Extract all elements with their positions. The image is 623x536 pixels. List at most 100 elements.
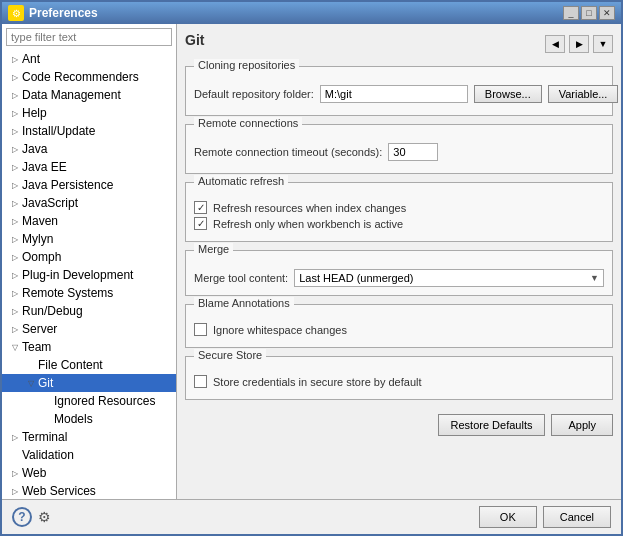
expand-icon-ignored-resources [42, 397, 52, 406]
help-button[interactable]: ? [12, 507, 32, 527]
tree-label-java: Java [22, 142, 47, 156]
tree-item-terminal[interactable]: ▷ Terminal [2, 428, 176, 446]
tree-label-file-content: File Content [38, 358, 103, 372]
tree-item-team[interactable]: ▽ Team [2, 338, 176, 356]
timeout-input[interactable] [388, 143, 438, 161]
tree-item-git[interactable]: ▽ Git [2, 374, 176, 392]
tree-item-server[interactable]: ▷ Server [2, 320, 176, 338]
tree-item-validation[interactable]: Validation [2, 446, 176, 464]
section-buttons: Restore Defaults Apply [185, 414, 613, 436]
tree-item-remote-systems[interactable]: ▷ Remote Systems [2, 284, 176, 302]
expand-icon-terminal: ▷ [10, 433, 20, 442]
filter-input[interactable] [6, 28, 172, 46]
nav-forward-button[interactable]: ▶ [569, 35, 589, 53]
maximize-button[interactable]: □ [581, 6, 597, 20]
tree-label-git: Git [38, 376, 53, 390]
cloning-content: Default repository folder: Browse... Var… [194, 79, 604, 103]
title-bar-left: ⚙ Preferences [8, 5, 98, 21]
default-folder-input[interactable] [320, 85, 468, 103]
panel-title-row: Git ◀ ▶ ▼ [185, 32, 613, 56]
tree-label-data-management: Data Management [22, 88, 121, 102]
tree-item-run-debug[interactable]: ▷ Run/Debug [2, 302, 176, 320]
expand-icon-help: ▷ [10, 109, 20, 118]
expand-icon-java-ee: ▷ [10, 163, 20, 172]
expand-icon-server: ▷ [10, 325, 20, 334]
nav-down-button[interactable]: ▼ [593, 35, 613, 53]
bottom-left: ? ⚙ [12, 507, 51, 527]
expand-icon-mylyn: ▷ [10, 235, 20, 244]
settings-icon[interactable]: ⚙ [38, 509, 51, 525]
tree-item-plugin-development[interactable]: ▷ Plug-in Development [2, 266, 176, 284]
refresh-index-checkbox[interactable] [194, 201, 207, 214]
secure-store-content: Store credentials in secure store by def… [194, 369, 604, 388]
automatic-refresh-title: Automatic refresh [194, 175, 288, 187]
cloning-section: Cloning repositories Default repository … [185, 66, 613, 116]
nav-controls: ◀ ▶ ▼ [545, 35, 613, 53]
tree-item-java-persistence[interactable]: ▷ Java Persistence [2, 176, 176, 194]
expand-icon-javascript: ▷ [10, 199, 20, 208]
tree-item-ignored-resources[interactable]: Ignored Resources [2, 392, 176, 410]
expand-icon-data-management: ▷ [10, 91, 20, 100]
tree-item-oomph[interactable]: ▷ Oomph [2, 248, 176, 266]
cancel-button[interactable]: Cancel [543, 506, 611, 528]
tree-label-team: Team [22, 340, 51, 354]
left-panel: ▷ Ant ▷ Code Recommenders ▷ Data Managem… [2, 24, 177, 499]
tree-item-install-update[interactable]: ▷ Install/Update [2, 122, 176, 140]
tree-item-javascript[interactable]: ▷ JavaScript [2, 194, 176, 212]
tree-label-remote-systems: Remote Systems [22, 286, 113, 300]
tree-label-validation: Validation [22, 448, 74, 462]
expand-icon-code-recommenders: ▷ [10, 73, 20, 82]
tree-item-mylyn[interactable]: ▷ Mylyn [2, 230, 176, 248]
tree-item-web[interactable]: ▷ Web [2, 464, 176, 482]
blame-section-title: Blame Annotations [194, 297, 294, 309]
tree-item-code-recommenders[interactable]: ▷ Code Recommenders [2, 68, 176, 86]
tree-label-java-persistence: Java Persistence [22, 178, 113, 192]
tree-item-ant[interactable]: ▷ Ant [2, 50, 176, 68]
ignore-whitespace-row: Ignore whitespace changes [194, 323, 604, 336]
tree-container: ▷ Ant ▷ Code Recommenders ▷ Data Managem… [2, 50, 176, 499]
ignore-whitespace-checkbox[interactable] [194, 323, 207, 336]
expand-icon-models [42, 415, 52, 424]
cloning-section-title: Cloning repositories [194, 59, 299, 71]
merge-tool-arrow: ▼ [590, 273, 599, 283]
merge-tool-select[interactable]: Last HEAD (unmerged) ▼ [294, 269, 604, 287]
blame-content: Ignore whitespace changes [194, 317, 604, 336]
tree-item-web-services[interactable]: ▷ Web Services [2, 482, 176, 499]
timeout-label: Remote connection timeout (seconds): [194, 146, 382, 158]
ok-button[interactable]: OK [479, 506, 537, 528]
refresh-index-row: Refresh resources when index changes [194, 201, 604, 214]
tree-item-models[interactable]: Models [2, 410, 176, 428]
expand-icon-install-update: ▷ [10, 127, 20, 136]
expand-icon-team: ▽ [10, 343, 20, 352]
merge-content: Merge tool content: Last HEAD (unmerged)… [194, 263, 604, 287]
nav-back-button[interactable]: ◀ [545, 35, 565, 53]
expand-icon-file-content [26, 361, 36, 370]
tree-item-java-ee[interactable]: ▷ Java EE [2, 158, 176, 176]
apply-button[interactable]: Apply [551, 414, 613, 436]
tree-item-help[interactable]: ▷ Help [2, 104, 176, 122]
restore-defaults-button[interactable]: Restore Defaults [438, 414, 546, 436]
bottom-right: OK Cancel [479, 506, 611, 528]
merge-tool-label: Merge tool content: [194, 272, 288, 284]
store-credentials-label: Store credentials in secure store by def… [213, 376, 422, 388]
expand-icon-remote-systems: ▷ [10, 289, 20, 298]
minimize-button[interactable]: _ [563, 6, 579, 20]
tree-label-oomph: Oomph [22, 250, 61, 264]
expand-icon-web: ▷ [10, 469, 20, 478]
store-credentials-checkbox[interactable] [194, 375, 207, 388]
tree-item-file-content[interactable]: File Content [2, 356, 176, 374]
close-button[interactable]: ✕ [599, 6, 615, 20]
expand-icon-run-debug: ▷ [10, 307, 20, 316]
default-folder-label: Default repository folder: [194, 88, 314, 100]
tree-item-java[interactable]: ▷ Java [2, 140, 176, 158]
browse-button[interactable]: Browse... [474, 85, 542, 103]
refresh-workbench-checkbox[interactable] [194, 217, 207, 230]
tree-label-terminal: Terminal [22, 430, 67, 444]
expand-icon-git: ▽ [26, 379, 36, 388]
expand-icon-web-services: ▷ [10, 487, 20, 496]
automatic-refresh-content: Refresh resources when index changes Ref… [194, 195, 604, 230]
variable-button[interactable]: Variable... [548, 85, 619, 103]
tree-label-web: Web [22, 466, 46, 480]
tree-item-maven[interactable]: ▷ Maven [2, 212, 176, 230]
tree-item-data-management[interactable]: ▷ Data Management [2, 86, 176, 104]
